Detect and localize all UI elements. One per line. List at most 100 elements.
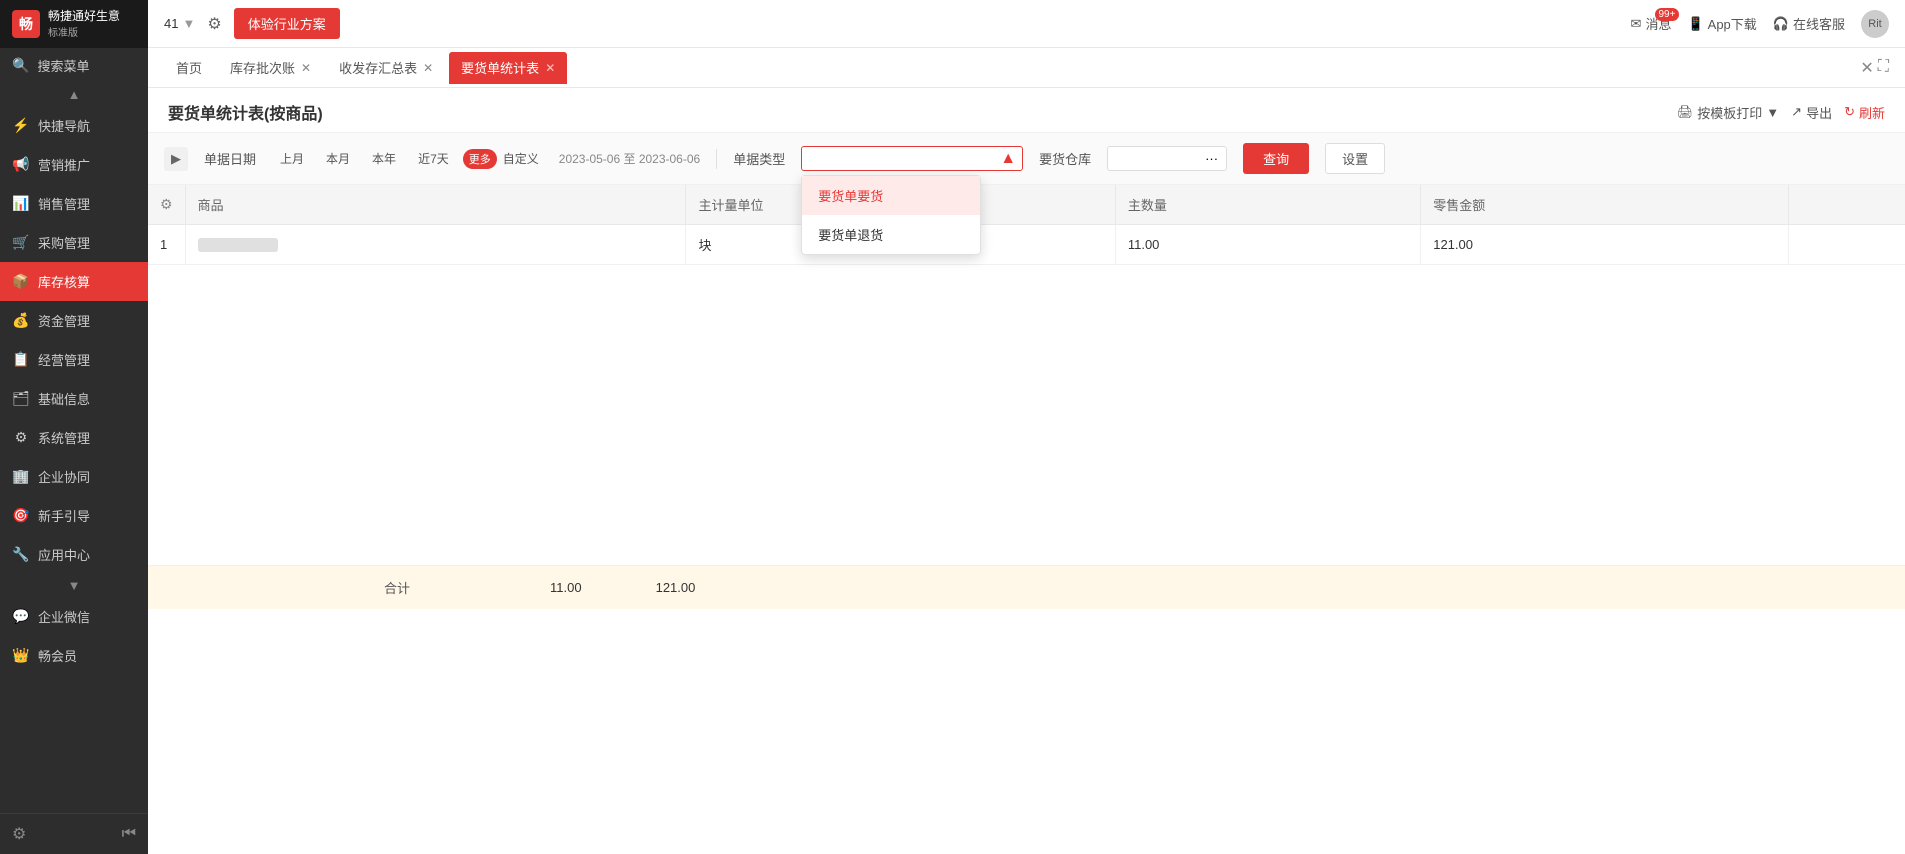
tab-inventory-batch[interactable]: 库存批次账 ✕ — [218, 52, 323, 84]
column-settings-icon[interactable]: ⚙ — [160, 196, 173, 212]
date-more-btn[interactable]: 更多 — [463, 149, 497, 169]
sidebar-label-purchase: 采购管理 — [38, 233, 90, 252]
sidebar-scroll-down[interactable]: ▼ — [0, 574, 148, 597]
sidebar-item-inventory[interactable]: 📦 库存核算 — [0, 262, 148, 301]
marketing-icon: 📢 — [12, 156, 30, 173]
sidebar-item-purchase[interactable]: 🛒 采购管理 — [0, 223, 148, 262]
sidebar-item-wechat[interactable]: 💬 企业微信 — [0, 597, 148, 636]
table-head: ⚙ 商品 主计量单位 主数量 零售金额 — [148, 185, 1905, 225]
app-icon: 📱 — [1687, 16, 1703, 32]
th-product: 商品 — [185, 185, 686, 225]
page-inner: 要货单统计表(按商品) 🖨 按模板打印 ▼ ↗ 导出 ↻ 刷新 — [148, 88, 1905, 854]
type-input[interactable] — [802, 147, 994, 170]
th-settings: ⚙ — [148, 185, 185, 225]
cell-amount: 121.00 — [1421, 225, 1788, 265]
sidebar: 畅 畅捷通好生意 标准版 🔍 搜索菜单 ▲ ⚡ 快捷导航 📢 营销推广 📊 销售… — [0, 0, 148, 854]
tab-receivables-summary[interactable]: 收发存汇总表 ✕ — [327, 52, 445, 84]
close-tab-requisition[interactable]: ✕ — [545, 61, 555, 75]
close-tab-receivables[interactable]: ✕ — [423, 61, 433, 75]
table-wrap: ⚙ 商品 主计量单位 主数量 零售金额 1 — [148, 185, 1905, 265]
type-label: 单据类型 — [733, 149, 785, 168]
topbar-gear-icon[interactable]: ⚙ — [207, 14, 221, 34]
refresh-btn[interactable]: ↻ 刷新 — [1844, 103, 1885, 122]
trial-btn[interactable]: 体验行业方案 — [234, 8, 340, 39]
date-this-year-btn[interactable]: 本年 — [364, 147, 404, 170]
inventory-icon: 📦 — [12, 273, 30, 290]
filter-settings-btn[interactable]: 设置 — [1325, 143, 1385, 174]
print-arrow-icon: ▼ — [1766, 105, 1779, 120]
sidebar-scroll-up[interactable]: ▲ — [0, 83, 148, 106]
tab-home[interactable]: 首页 — [164, 52, 214, 84]
tabs-expander: ✕ ⛶ — [1860, 58, 1889, 78]
cell-quantity: 11.00 — [1115, 225, 1420, 265]
basic-icon: 🗂 — [12, 390, 30, 407]
page-title-bar: 要货单统计表(按商品) 🖨 按模板打印 ▼ ↗ 导出 ↻ 刷新 — [148, 88, 1905, 133]
store-selector[interactable]: 41 ▼ — [164, 16, 195, 31]
expand-tabs-icon[interactable]: ⛶ — [1878, 58, 1889, 78]
online-service-btn[interactable]: 🎧 在线客服 — [1773, 14, 1845, 33]
type-input-wrap[interactable]: ▲ — [801, 146, 1023, 171]
warehouse-more-icon[interactable]: ··· — [1205, 151, 1218, 166]
export-label: 导出 — [1806, 103, 1832, 122]
sidebar-item-basic[interactable]: 🗂 基础信息 — [0, 379, 148, 418]
export-icon: ↗ — [1791, 104, 1802, 120]
dropdown-item-requisition[interactable]: 要货单要货 — [802, 176, 980, 215]
filter-expand-btn[interactable]: ▶ — [164, 147, 188, 171]
sidebar-label-sales: 销售管理 — [38, 194, 90, 213]
page-content: 要货单统计表(按商品) 🖨 按模板打印 ▼ ↗ 导出 ↻ 刷新 — [148, 88, 1905, 854]
sidebar-label-guide: 新手引导 — [38, 506, 90, 525]
app-download-btn[interactable]: 📱 App下载 — [1687, 14, 1756, 33]
sidebar-search[interactable]: 🔍 搜索菜单 — [0, 48, 148, 83]
query-btn[interactable]: 查询 — [1243, 143, 1309, 174]
dropdown-item-return[interactable]: 要货单退货 — [802, 215, 980, 254]
sidebar-item-finance[interactable]: 💰 资金管理 — [0, 301, 148, 340]
type-dropdown-menu: 要货单要货 要货单退货 — [801, 175, 981, 255]
quick-nav-icon: ⚡ — [12, 117, 30, 134]
table-row: 1 块 11.00 121.00 — [148, 225, 1905, 265]
sidebar-label-enterprise: 企业协同 — [38, 467, 90, 486]
date-range-display: 2023-05-06 至 2023-06-06 — [559, 150, 700, 167]
finance-icon: 💰 — [12, 312, 30, 329]
search-icon: 🔍 — [12, 57, 29, 74]
table-body: 1 块 11.00 121.00 — [148, 225, 1905, 265]
sidebar-item-system[interactable]: ⚙ 系统管理 — [0, 418, 148, 457]
date-last-7-days-btn[interactable]: 近7天 — [410, 147, 457, 170]
collapse-sidebar-icon[interactable]: ⏮ — [122, 825, 136, 843]
export-btn[interactable]: ↗ 导出 — [1791, 103, 1832, 122]
date-this-month-btn[interactable]: 本月 — [318, 147, 358, 170]
enterprise-icon: 🏢 — [12, 468, 30, 485]
service-label: 在线客服 — [1793, 14, 1845, 33]
message-btn[interactable]: ✉ 消息 99+ — [1631, 14, 1672, 33]
sidebar-bottom: ⚙ ⏮ — [0, 813, 148, 854]
sidebar-item-quick-nav[interactable]: ⚡ 快捷导航 — [0, 106, 148, 145]
guide-icon: 🎯 — [12, 507, 30, 524]
warehouse-input[interactable]: ··· — [1107, 146, 1227, 171]
sidebar-item-member[interactable]: 👑 畅会员 — [0, 636, 148, 675]
sidebar-item-guide[interactable]: 🎯 新手引导 — [0, 496, 148, 535]
sidebar-item-app-center[interactable]: 🔧 应用中心 — [0, 535, 148, 574]
type-input-section: ▲ 要货单要货 要货单退货 — [801, 146, 1023, 171]
close-tab-inventory-batch[interactable]: ✕ — [301, 61, 311, 75]
table-footer: 合计 11.00 121.00 — [148, 565, 1905, 609]
topbar-left: 41 ▼ ⚙ 体验行业方案 — [164, 8, 340, 39]
filter-date-group: 上月 本月 本年 近7天 更多 自定义 — [272, 147, 539, 170]
sidebar-item-sales[interactable]: 📊 销售管理 — [0, 184, 148, 223]
print-btn[interactable]: 🖨 按模板打印 ▼ — [1677, 103, 1779, 122]
main-area: 41 ▼ ⚙ 体验行业方案 ✉ 消息 99+ 📱 App下载 🎧 在线客服 Ri… — [148, 0, 1905, 854]
settings-bottom-icon[interactable]: ⚙ — [12, 824, 26, 844]
tabs-bar: 首页 库存批次账 ✕ 收发存汇总表 ✕ 要货单统计表 ✕ ✕ ⛶ — [148, 48, 1905, 88]
type-dropdown-up-icon[interactable]: ▲ — [994, 150, 1022, 168]
sidebar-item-enterprise[interactable]: 🏢 企业协同 — [0, 457, 148, 496]
tab-requisition-stats[interactable]: 要货单统计表 ✕ — [449, 52, 567, 84]
sidebar-item-operation[interactable]: 📋 经营管理 — [0, 340, 148, 379]
sidebar-item-marketing[interactable]: 📢 营销推广 — [0, 145, 148, 184]
date-last-month-btn[interactable]: 上月 — [272, 147, 312, 170]
footer-label: 合计 — [384, 578, 410, 597]
sidebar-label-app-center: 应用中心 — [38, 545, 90, 564]
sidebar-label-inventory: 库存核算 — [38, 272, 90, 291]
date-custom-btn[interactable]: 自定义 — [503, 150, 539, 167]
avatar[interactable]: Rit — [1861, 10, 1889, 38]
message-icon: ✉ — [1631, 16, 1642, 32]
close-all-tabs-icon[interactable]: ✕ — [1860, 58, 1873, 78]
sidebar-label-finance: 资金管理 — [38, 311, 90, 330]
